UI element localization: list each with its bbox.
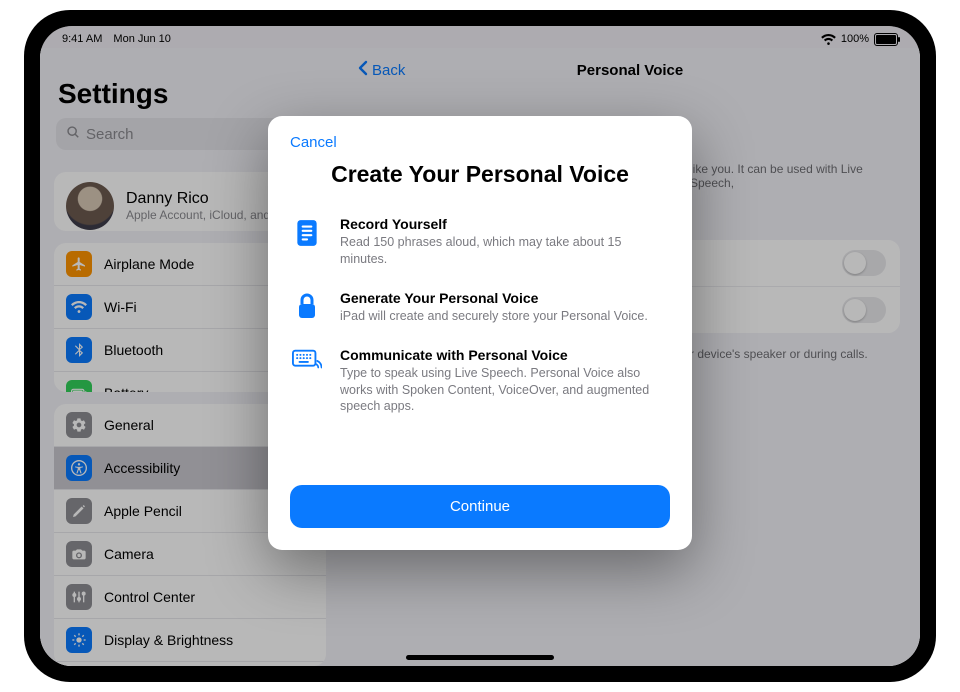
sidebar-item-control-center[interactable]: Control Center xyxy=(54,576,326,619)
search-placeholder: Search xyxy=(86,126,134,143)
sidebar-item-label: Display & Brightness xyxy=(104,632,314,648)
keyboard-speak-icon xyxy=(290,349,324,416)
sidebar-item-label: Control Center xyxy=(104,589,314,605)
content-hint-fragment: r device's speaker or during calls. xyxy=(690,347,900,361)
status-bar: 9:41 AM Mon Jun 10 100% xyxy=(40,26,920,50)
content-header: Back Personal Voice xyxy=(340,48,920,92)
accessibility-icon xyxy=(66,455,92,481)
brightness-icon xyxy=(66,627,92,653)
avatar xyxy=(66,182,114,230)
feature-title: Generate Your Personal Voice xyxy=(340,290,648,306)
back-label: Back xyxy=(372,62,405,79)
home-indicator[interactable] xyxy=(406,655,554,660)
feature-communicate: Communicate with Personal Voice Type to … xyxy=(290,347,670,416)
battery-icon xyxy=(66,380,92,392)
sidebar-item-display-brightness[interactable]: Display & Brightness xyxy=(54,619,326,662)
search-icon xyxy=(66,125,80,143)
feature-record-yourself: Record Yourself Read 150 phrases aloud, … xyxy=(290,216,670,268)
status-time: 9:41 AM xyxy=(62,33,102,45)
ipad-device-frame: 9:41 AM Mon Jun 10 100% Settings xyxy=(24,10,936,682)
sidebar-title: Settings xyxy=(40,68,340,118)
screen: 9:41 AM Mon Jun 10 100% Settings xyxy=(40,26,920,666)
modal-title: Create Your Personal Voice xyxy=(290,161,670,188)
lock-icon xyxy=(290,292,324,325)
bluetooth-icon xyxy=(66,337,92,363)
camera-icon xyxy=(66,541,92,567)
chevron-left-icon xyxy=(358,60,368,80)
document-icon xyxy=(290,218,324,268)
continue-button[interactable]: Continue xyxy=(290,485,670,528)
feature-title: Record Yourself xyxy=(340,216,660,232)
wifi-icon xyxy=(66,294,92,320)
gear-icon xyxy=(66,412,92,438)
wifi-icon xyxy=(821,33,836,45)
airplane-icon xyxy=(66,251,92,277)
content-title: Personal Voice xyxy=(340,62,920,79)
pencil-icon xyxy=(66,498,92,524)
battery-icon xyxy=(874,33,898,46)
back-button[interactable]: Back xyxy=(358,60,405,80)
sidebar-item-label: Wi-Fi xyxy=(104,299,262,315)
feature-generate-voice: Generate Your Personal Voice iPad will c… xyxy=(290,290,670,325)
feature-title: Communicate with Personal Voice xyxy=(340,347,660,363)
create-personal-voice-sheet: Cancel Create Your Personal Voice Record… xyxy=(268,116,692,550)
toggle-switch-2[interactable] xyxy=(842,297,886,323)
toggle-switch-1[interactable] xyxy=(842,250,886,276)
sidebar-item-home-screen[interactable]: Home Screen & App Library xyxy=(54,662,326,666)
feature-description: Read 150 phrases aloud, which may take a… xyxy=(340,234,660,268)
feature-description: Type to speak using Live Speech. Persona… xyxy=(340,365,660,416)
control-center-icon xyxy=(66,584,92,610)
content-description-fragment: like you. It can be used with Live Speec… xyxy=(690,162,900,190)
cancel-button[interactable]: Cancel xyxy=(290,134,670,151)
status-date: Mon Jun 10 xyxy=(113,33,170,45)
battery-percentage: 100% xyxy=(841,33,869,45)
feature-description: iPad will create and securely store your… xyxy=(340,308,648,325)
